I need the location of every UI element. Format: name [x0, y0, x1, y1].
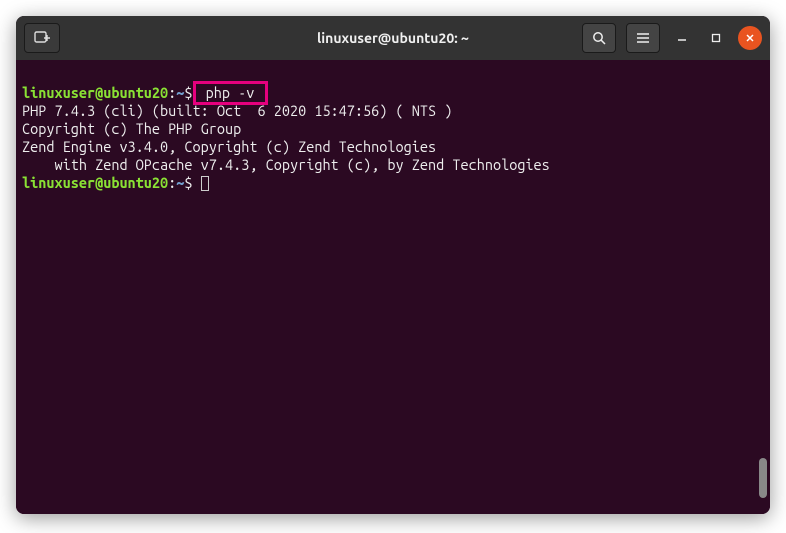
prompt-dollar: $ [184, 84, 192, 101]
prompt-user: linuxuser@ubuntu20 [22, 174, 168, 191]
close-icon [745, 33, 755, 43]
hamburger-icon [636, 31, 650, 45]
new-tab-icon [34, 30, 50, 46]
menu-button[interactable] [626, 23, 660, 53]
terminal-window: linuxuser@ubuntu20: ~ [16, 16, 770, 514]
titlebar-controls [582, 23, 762, 53]
output-line-4: with Zend OPcache v7.4.3, Copyright (c),… [22, 156, 550, 173]
titlebar: linuxuser@ubuntu20: ~ [16, 16, 770, 60]
prompt-dollar: $ [184, 174, 192, 191]
maximize-icon [711, 33, 721, 43]
new-tab-button[interactable] [24, 23, 60, 53]
output-line-3: Zend Engine v3.4.0, Copyright (c) Zend T… [22, 138, 436, 155]
search-icon [592, 31, 606, 45]
scrollbar-thumb[interactable] [759, 458, 767, 498]
minimize-icon [677, 33, 687, 43]
close-button[interactable] [738, 26, 762, 50]
output-line-2: Copyright (c) The PHP Group [22, 120, 241, 137]
cursor [201, 176, 209, 191]
output-line-1: PHP 7.4.3 (cli) (built: Oct 6 2020 15:47… [22, 102, 452, 119]
terminal-body[interactable]: linuxuser@ubuntu20:~$ php -v PHP 7.4.3 (… [16, 60, 770, 514]
prompt-line-2: linuxuser@ubuntu20:~$ [22, 174, 209, 191]
prompt-line-1: linuxuser@ubuntu20:~$ php -v [22, 84, 268, 101]
maximize-button[interactable] [704, 26, 728, 50]
command-text: php -v [198, 84, 263, 101]
minimize-button[interactable] [670, 26, 694, 50]
search-button[interactable] [582, 23, 616, 53]
prompt-user: linuxuser@ubuntu20 [22, 84, 168, 101]
